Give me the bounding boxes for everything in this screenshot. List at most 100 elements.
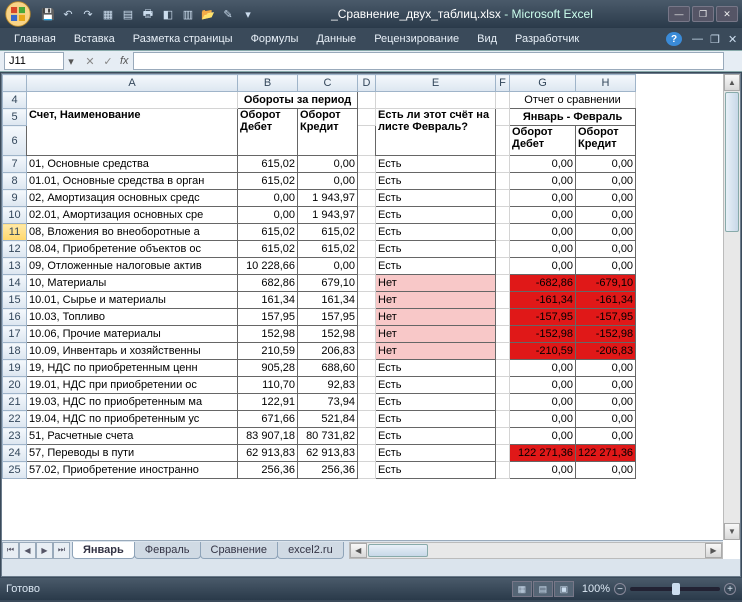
qat-dropdown-icon[interactable]: ▾ [240, 6, 256, 22]
cell[interactable]: 688,60 [298, 360, 358, 377]
cell[interactable] [358, 343, 376, 360]
cell[interactable]: 62 913,83 [238, 445, 298, 462]
cell[interactable]: 671,66 [238, 411, 298, 428]
row-header[interactable]: 21 [3, 394, 27, 411]
cell[interactable]: 615,02 [238, 173, 298, 190]
cell[interactable]: 10.01, Сырье и материалы [27, 292, 238, 309]
cell[interactable] [358, 394, 376, 411]
row-header[interactable]: 18 [3, 343, 27, 360]
cell[interactable]: Есть [376, 411, 496, 428]
view-layout-icon[interactable]: ▤ [533, 581, 553, 597]
cell[interactable]: 0,00 [510, 360, 576, 377]
cell[interactable]: 0,00 [576, 394, 636, 411]
cell[interactable]: 0,00 [238, 190, 298, 207]
row-header[interactable]: 16 [3, 309, 27, 326]
cell[interactable]: 615,02 [298, 241, 358, 258]
cell[interactable]: 110,70 [238, 377, 298, 394]
row-header[interactable]: 10 [3, 207, 27, 224]
tab-first-icon[interactable]: ⏮ [2, 542, 19, 559]
col-header[interactable]: G [510, 75, 576, 92]
sheet-tab[interactable]: Февраль [134, 542, 201, 559]
cell[interactable]: 0,00 [510, 428, 576, 445]
row-header[interactable]: 20 [3, 377, 27, 394]
cell[interactable] [496, 428, 510, 445]
cell[interactable]: -210,59 [510, 343, 576, 360]
cell[interactable]: 10.09, Инвентарь и хозяйственны [27, 343, 238, 360]
tab-review[interactable]: Рецензирование [366, 30, 467, 48]
row-header[interactable]: 11 [3, 224, 27, 241]
cell[interactable]: 01.01, Основные средства в орган [27, 173, 238, 190]
col-header[interactable]: C [298, 75, 358, 92]
header-cell[interactable]: Оборот Кредит [576, 126, 636, 156]
row-header[interactable]: 8 [3, 173, 27, 190]
cell[interactable]: 0,00 [576, 207, 636, 224]
row-header[interactable]: 25 [3, 462, 27, 479]
cell[interactable] [358, 292, 376, 309]
cell[interactable] [496, 156, 510, 173]
header-cell[interactable]: Есть ли этот счёт на листе Февраль? [376, 109, 496, 156]
redo-icon[interactable]: ↷ [80, 6, 96, 22]
cell[interactable]: 615,02 [298, 224, 358, 241]
cell[interactable] [358, 224, 376, 241]
tab-page-layout[interactable]: Разметка страницы [125, 30, 241, 48]
cell[interactable]: 0,00 [576, 377, 636, 394]
cell[interactable] [496, 292, 510, 309]
cell[interactable] [496, 224, 510, 241]
cell[interactable] [358, 462, 376, 479]
cell[interactable] [496, 173, 510, 190]
save-icon[interactable]: 💾 [40, 6, 56, 22]
cell[interactable]: Есть [376, 258, 496, 275]
qat-icon[interactable]: ✎ [220, 6, 236, 22]
row-header[interactable]: 13 [3, 258, 27, 275]
sheet-tab[interactable]: excel2.ru [277, 542, 344, 559]
cell[interactable] [496, 241, 510, 258]
scroll-right-icon[interactable]: ▶ [705, 543, 722, 558]
cell[interactable]: Есть [376, 156, 496, 173]
undo-icon[interactable]: ↶ [60, 6, 76, 22]
cell[interactable] [358, 309, 376, 326]
cell[interactable] [358, 173, 376, 190]
cell[interactable] [496, 462, 510, 479]
tab-formulas[interactable]: Формулы [243, 30, 307, 48]
cell[interactable]: 0,00 [576, 241, 636, 258]
select-all-corner[interactable] [3, 75, 27, 92]
header-cell[interactable]: Январь - Февраль [510, 109, 636, 126]
tab-home[interactable]: Главная [6, 30, 64, 48]
cell[interactable]: 0,00 [576, 462, 636, 479]
cell[interactable]: 10.03, Топливо [27, 309, 238, 326]
cell[interactable]: 122 271,36 [510, 445, 576, 462]
cell[interactable]: Нет [376, 326, 496, 343]
formula-bar[interactable] [133, 52, 724, 70]
row-header[interactable]: 19 [3, 360, 27, 377]
scroll-left-icon[interactable]: ◀ [350, 543, 367, 558]
cell[interactable]: -152,98 [510, 326, 576, 343]
cell[interactable]: 57.02, Приобретение иностранно [27, 462, 238, 479]
cell[interactable]: 905,28 [238, 360, 298, 377]
cell[interactable] [358, 445, 376, 462]
cell[interactable] [496, 343, 510, 360]
row-header[interactable]: 4 [3, 92, 27, 109]
cell[interactable]: 09, Отложенные налоговые актив [27, 258, 238, 275]
cell[interactable]: 08, Вложения во внеоборотные а [27, 224, 238, 241]
horizontal-scrollbar[interactable]: ◀ ▶ [349, 542, 723, 559]
cell[interactable]: Есть [376, 190, 496, 207]
cell[interactable]: 19.04, НДС по приобретенным ус [27, 411, 238, 428]
cell[interactable]: 51, Расчетные счета [27, 428, 238, 445]
cell[interactable]: 0,00 [510, 173, 576, 190]
zoom-in-icon[interactable]: + [724, 583, 736, 595]
view-pagebreak-icon[interactable]: ▣ [554, 581, 574, 597]
header-cell[interactable]: Отчет о сравнении [510, 92, 636, 109]
print-icon[interactable]: 🖶 [140, 6, 156, 22]
row-header[interactable]: 22 [3, 411, 27, 428]
col-header[interactable]: D [358, 75, 376, 92]
cell[interactable]: 57, Переводы в пути [27, 445, 238, 462]
cell[interactable]: 1 943,97 [298, 207, 358, 224]
cell[interactable]: 0,00 [510, 156, 576, 173]
cell[interactable] [358, 275, 376, 292]
row-header[interactable]: 7 [3, 156, 27, 173]
cell[interactable]: 02.01, Амортизация основных сре [27, 207, 238, 224]
cell[interactable] [358, 190, 376, 207]
col-header[interactable]: A [27, 75, 238, 92]
scroll-thumb[interactable] [725, 92, 739, 232]
cell[interactable]: 157,95 [238, 309, 298, 326]
